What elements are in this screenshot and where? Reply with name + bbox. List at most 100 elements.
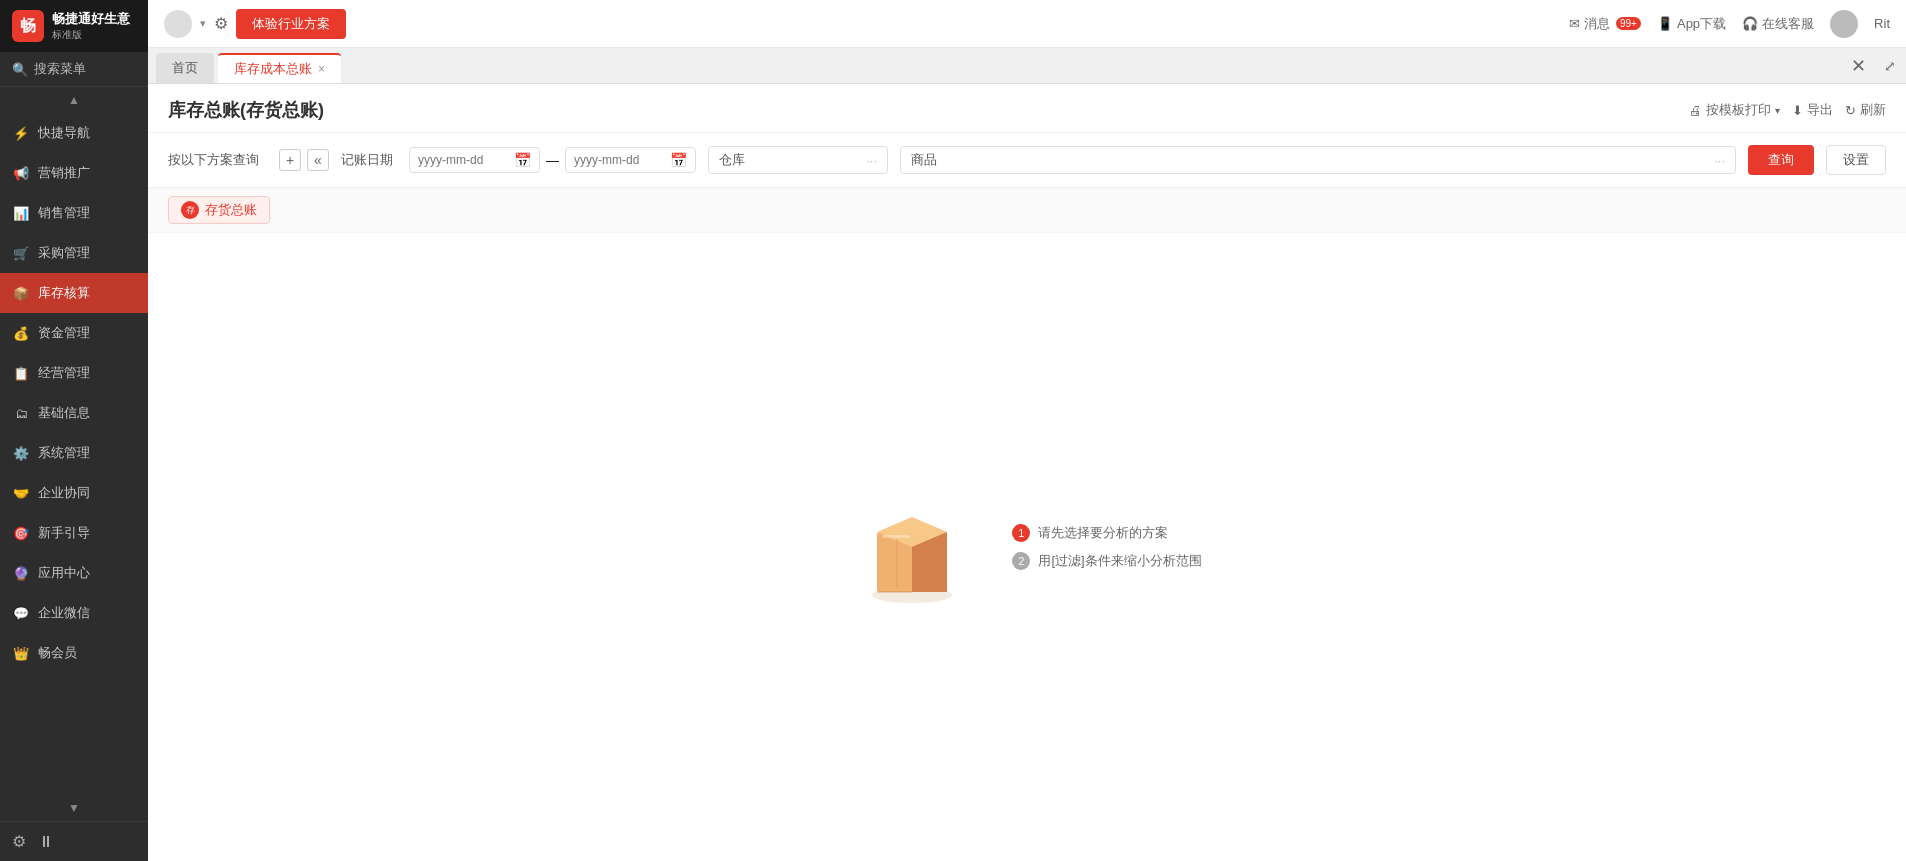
export-btn[interactable]: ⬇ 导出 (1792, 101, 1833, 119)
quick-nav-icon: ⚡ (12, 124, 30, 142)
resize-icon[interactable]: ⤢ (1884, 58, 1896, 74)
scheme-item-label: 存货总账 (205, 201, 257, 219)
date-separator: — (546, 153, 559, 168)
headset-icon: 🎧 (1742, 16, 1758, 31)
sidebar-item-purchase[interactable]: 🛒 采购管理 (0, 233, 148, 273)
sidebar-item-basic[interactable]: 🗂 基础信息 (0, 393, 148, 433)
date-from-input[interactable]: 📅 (409, 147, 540, 173)
sidebar-item-wechat[interactable]: 💬 企业微信 (0, 593, 148, 633)
sidebar-item-label: 营销推广 (38, 164, 90, 182)
filter-add-button[interactable]: + (279, 149, 301, 171)
sidebar-item-coop[interactable]: 🤝 企业协同 (0, 473, 148, 513)
guide-icon: 🎯 (12, 524, 30, 542)
sidebar-item-label: 企业协同 (38, 484, 90, 502)
filter-bar: 按以下方案查询 + « 记账日期 📅 — 📅 仓库 ··· (148, 133, 1906, 188)
sidebar-item-marketing[interactable]: 📢 营销推广 (0, 153, 148, 193)
sidebar-item-member[interactable]: 👑 畅会员 (0, 633, 148, 673)
tab-inventory-ledger[interactable]: 库存成本总账 × (218, 53, 341, 83)
sidebar-item-label: 快捷导航 (38, 124, 90, 142)
topbar-right: ✉ 消息 99+ 📱 App下载 🎧 在线客服 Rit (1569, 10, 1890, 38)
hint-1-text: 请先选择要分析的方案 (1038, 524, 1168, 542)
warehouse-select[interactable]: 仓库 ··· (708, 146, 888, 174)
date-to-input[interactable]: 📅 (565, 147, 696, 173)
filter-label: 按以下方案查询 (168, 151, 259, 169)
sidebar-search-label: 搜索菜单 (34, 60, 86, 78)
step-1-circle: 1 (1012, 524, 1030, 542)
sidebar-item-apps[interactable]: 🔮 应用中心 (0, 553, 148, 593)
user-name: Rit (1874, 16, 1890, 31)
sidebar-scroll-down[interactable]: ▼ (64, 797, 84, 819)
main-area: ▾ ⚙ 体验行业方案 ✉ 消息 99+ 📱 App下载 🎧 在线客服 Rit (148, 0, 1906, 861)
print-icon: 🖨 (1689, 103, 1702, 118)
tab-close-icon[interactable]: × (318, 62, 325, 76)
settings-icon[interactable]: ⚙ (12, 832, 26, 851)
coop-icon: 🤝 (12, 484, 30, 502)
goods-label: 商品 (911, 151, 937, 169)
app-download-btn[interactable]: 📱 App下载 (1657, 15, 1726, 33)
operation-icon: 📋 (12, 364, 30, 382)
topbar-dropdown-icon[interactable]: ▾ (200, 17, 206, 30)
filter-actions: + « (279, 149, 329, 171)
hint-2-text: 用[过滤]条件来缩小分析范围 (1038, 552, 1201, 570)
sidebar-item-system[interactable]: ⚙️ 系统管理 (0, 433, 148, 473)
online-service-label: 在线客服 (1762, 15, 1814, 33)
sidebar-item-operation[interactable]: 📋 经营管理 (0, 353, 148, 393)
refresh-label: 刷新 (1860, 101, 1886, 119)
empty-text: 1 请先选择要分析的方案 2 用[过滤]条件来缩小分析范围 (1012, 524, 1201, 570)
calendar-from-icon[interactable]: 📅 (514, 152, 531, 168)
warehouse-more-icon[interactable]: ··· (866, 153, 877, 168)
sidebar-item-finance[interactable]: 💰 资金管理 (0, 313, 148, 353)
topbar-profile[interactable] (164, 10, 192, 38)
sidebar-item-inventory[interactable]: 📦 库存核算 (0, 273, 148, 313)
inventory-icon: 📦 (12, 284, 30, 302)
sidebar-item-label: 库存核算 (38, 284, 90, 302)
date-to-field[interactable] (574, 153, 664, 167)
date-label: 记账日期 (341, 151, 393, 169)
sidebar-search[interactable]: 🔍 搜索菜单 (0, 52, 148, 87)
industry-button[interactable]: 体验行业方案 (236, 9, 346, 39)
sidebar-scroll-up[interactable]: ▲ (64, 89, 84, 111)
tab-active-label: 库存成本总账 (234, 60, 312, 78)
refresh-btn[interactable]: ↻ 刷新 (1845, 101, 1886, 119)
sidebar-item-label: 采购管理 (38, 244, 90, 262)
tab-home[interactable]: 首页 (156, 53, 214, 83)
speaker-icon[interactable]: ⏸ (38, 833, 54, 851)
logo-sub: 标准版 (52, 28, 130, 41)
empty-hint-1: 1 请先选择要分析的方案 (1012, 524, 1201, 542)
user-avatar[interactable] (1830, 10, 1858, 38)
tabs-bar: 首页 库存成本总账 × ✕ ⤢ (148, 48, 1906, 84)
date-from-field[interactable] (418, 153, 508, 167)
print-dropdown-icon[interactable]: ▾ (1775, 105, 1780, 116)
message-btn[interactable]: ✉ 消息 99+ (1569, 15, 1641, 33)
logo-main: 畅捷通好生意 (52, 11, 130, 28)
logo-text: 畅捷通好生意 标准版 (52, 11, 130, 41)
sales-icon: 📊 (12, 204, 30, 222)
sidebar-item-quick-nav[interactable]: ⚡ 快捷导航 (0, 113, 148, 153)
sidebar-item-sales[interactable]: 📊 销售管理 (0, 193, 148, 233)
query-button[interactable]: 查询 (1748, 145, 1814, 175)
topbar: ▾ ⚙ 体验行业方案 ✉ 消息 99+ 📱 App下载 🎧 在线客服 Rit (148, 0, 1906, 48)
export-label: 导出 (1807, 101, 1833, 119)
calendar-to-icon[interactable]: 📅 (670, 152, 687, 168)
topbar-gear-icon[interactable]: ⚙ (214, 14, 228, 33)
page-title: 库存总账(存货总账) (168, 98, 324, 122)
goods-select[interactable]: 商品 ··· (900, 146, 1736, 174)
settings-button[interactable]: 设置 (1826, 145, 1886, 175)
filter-collapse-button[interactable]: « (307, 149, 329, 171)
refresh-icon: ↻ (1845, 103, 1856, 118)
goods-more-icon[interactable]: ··· (1714, 153, 1725, 168)
finance-icon: 💰 (12, 324, 30, 342)
warehouse-label: 仓库 (719, 151, 745, 169)
empty-illustration (852, 487, 972, 607)
svg-rect-6 (882, 535, 910, 538)
sidebar-logo: 畅 畅捷通好生意 标准版 (0, 0, 148, 52)
print-btn[interactable]: 🖨 按模板打印 ▾ (1689, 101, 1780, 119)
tab-home-label: 首页 (172, 59, 198, 77)
basic-icon: 🗂 (12, 404, 30, 422)
online-service-btn[interactable]: 🎧 在线客服 (1742, 15, 1814, 33)
sidebar-item-guide[interactable]: 🎯 新手引导 (0, 513, 148, 553)
scheme-item-active[interactable]: 存 存货总账 (168, 196, 270, 224)
empty-svg (852, 487, 972, 607)
topbar-left: ▾ ⚙ 体验行业方案 (164, 9, 1559, 39)
close-panel-icon[interactable]: ✕ (1851, 55, 1866, 77)
